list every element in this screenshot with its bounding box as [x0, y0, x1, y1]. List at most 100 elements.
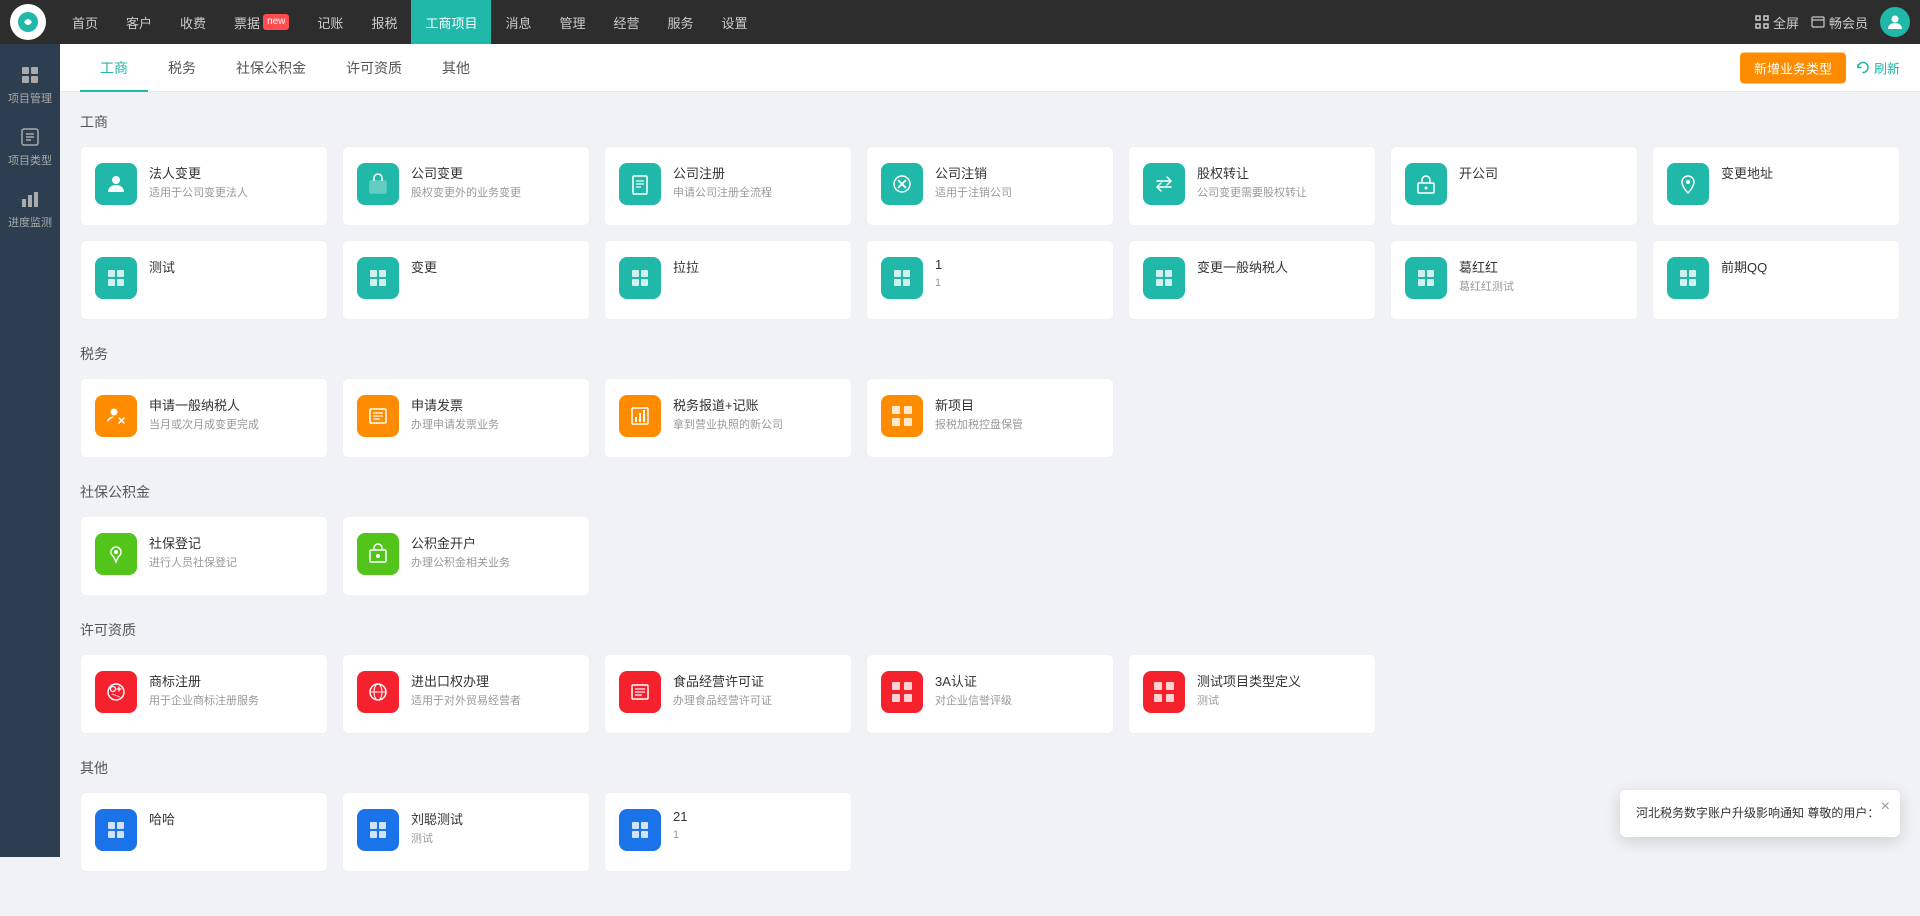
- card-icon: [95, 671, 137, 713]
- member-button[interactable]: 畅会员: [1811, 13, 1868, 32]
- card-title: 刘聪测试: [411, 809, 575, 828]
- card-desc: 办理公积金相关业务: [411, 556, 575, 571]
- card-haha[interactable]: 哈哈: [80, 792, 328, 872]
- card-title: 新项目: [935, 395, 1099, 414]
- nav-item-manage[interactable]: 管理: [545, 0, 599, 44]
- card-apply-invoice[interactable]: 申请发票 办理申请发票业务: [342, 378, 590, 458]
- card-desc: 股权变更外的业务变更: [411, 186, 575, 201]
- nav-item-ticket[interactable]: 票据 new: [220, 0, 303, 44]
- card-title: 法人变更: [149, 163, 313, 182]
- card-title: 商标注册: [149, 671, 313, 690]
- tab-license[interactable]: 许可资质: [326, 44, 422, 92]
- tab-social[interactable]: 社保公积金: [216, 44, 326, 92]
- card-company-register[interactable]: 公司注册 申请公司注册全流程: [604, 146, 852, 226]
- industrial-cards-row1: 法人变更 适用于公司变更法人 公司变更 股权变更外的业务变更 公司注册: [80, 146, 1900, 226]
- tab-industrial[interactable]: 工商: [80, 44, 148, 92]
- card-icon-legal: [95, 163, 137, 205]
- card-title: 哈哈: [149, 809, 313, 828]
- card-legal-change[interactable]: 法人变更 适用于公司变更法人: [80, 146, 328, 226]
- card-icon: [357, 809, 399, 851]
- card-desc: 用于企业商标注册服务: [149, 694, 313, 709]
- card-title: 葛红红: [1459, 257, 1623, 276]
- card-icon: [881, 671, 923, 713]
- card-liucong[interactable]: 刘聪测试 测试: [342, 792, 590, 872]
- new-badge: new: [263, 14, 289, 30]
- card-one[interactable]: 1 1: [866, 240, 1114, 320]
- nav-item-operate[interactable]: 经营: [600, 0, 654, 44]
- sidebar-item-project-manage[interactable]: 项目管理: [0, 54, 60, 116]
- card-desc: 拿到营业执照的新公司: [673, 418, 837, 433]
- card-open-company[interactable]: 开公司: [1390, 146, 1638, 226]
- card-title: 测试项目类型定义: [1197, 671, 1361, 690]
- card-food-license[interactable]: 食品经营许可证 办理食品经营许可证: [604, 654, 852, 734]
- tab-other[interactable]: 其他: [422, 44, 490, 92]
- card-title: 进出口权办理: [411, 671, 575, 690]
- card-change[interactable]: 变更: [342, 240, 590, 320]
- card-company-cancel[interactable]: 公司注销 适用于注销公司: [866, 146, 1114, 226]
- section-title-tax: 税务: [80, 344, 1900, 364]
- card-desc: 适用于对外贸易经营者: [411, 694, 575, 709]
- card-title: 3A认证: [935, 671, 1099, 690]
- refresh-button[interactable]: 刷新: [1856, 58, 1900, 77]
- card-3a-cert[interactable]: 3A认证 对企业信誉评级: [866, 654, 1114, 734]
- card-change-taxpayer[interactable]: 变更一般纳税人: [1128, 240, 1376, 320]
- card-test[interactable]: 测试: [80, 240, 328, 320]
- card-test-type[interactable]: 测试项目类型定义 测试: [1128, 654, 1376, 734]
- nav-item-tax[interactable]: 报税: [357, 0, 411, 44]
- card-social-register[interactable]: 社保登记 进行人员社保登记: [80, 516, 328, 596]
- card-apply-taxpayer[interactable]: 申请一般纳税人 当月或次月成变更完成: [80, 378, 328, 458]
- card-title: 开公司: [1459, 163, 1623, 182]
- card-desc: 办理食品经营许可证: [673, 694, 837, 709]
- top-navigation: 首页 客户 收费 票据 new 记账 报税 工商项目 消息 管理 经营 服务 设…: [0, 0, 1920, 44]
- card-title: 公积金开户: [411, 533, 575, 552]
- card-desc: 1: [935, 276, 1099, 291]
- nav-item-home[interactable]: 首页: [58, 0, 112, 44]
- card-21[interactable]: 21 1: [604, 792, 852, 872]
- card-icon: [619, 395, 661, 437]
- card-import-export[interactable]: 进出口权办理 适用于对外贸易经营者: [342, 654, 590, 734]
- card-desc: 1: [673, 828, 837, 843]
- card-desc: 测试: [411, 832, 575, 847]
- nav-item-message[interactable]: 消息: [491, 0, 545, 44]
- new-type-button[interactable]: 新增业务类型: [1740, 52, 1846, 83]
- card-icon: [1143, 257, 1185, 299]
- card-company-change[interactable]: 公司变更 股权变更外的业务变更: [342, 146, 590, 226]
- section-title-other: 其他: [80, 758, 1900, 778]
- card-new-project[interactable]: 新项目 报税加税控盘保管: [866, 378, 1114, 458]
- card-title: 前期QQ: [1721, 257, 1885, 276]
- tab-tax[interactable]: 税务: [148, 44, 216, 92]
- card-fund-open[interactable]: 公积金开户 办理公积金相关业务: [342, 516, 590, 596]
- card-title: 税务报道+记账: [673, 395, 837, 414]
- card-desc: 适用于注销公司: [935, 186, 1099, 201]
- card-icon: [357, 671, 399, 713]
- main-wrapper: 工商 税务 社保公积金 许可资质 其他 新增业务类型 刷新 工商 法人变更 适用: [60, 44, 1920, 916]
- card-icon: [95, 257, 137, 299]
- user-avatar[interactable]: [1880, 7, 1910, 37]
- nav-item-service[interactable]: 服务: [654, 0, 708, 44]
- sidebar-item-project-type[interactable]: 项目类型: [0, 116, 60, 178]
- nav-item-settings[interactable]: 设置: [708, 0, 762, 44]
- nav-right: 全屏 畅会员: [1755, 7, 1910, 37]
- notification-close-button[interactable]: ×: [1881, 798, 1890, 816]
- card-tax-report[interactable]: 税务报道+记账 拿到营业执照的新公司: [604, 378, 852, 458]
- nav-item-biz[interactable]: 工商项目: [411, 0, 491, 44]
- card-trademark[interactable]: 商标注册 用于企业商标注册服务: [80, 654, 328, 734]
- nav-item-customer[interactable]: 客户: [112, 0, 166, 44]
- card-title: 公司注销: [935, 163, 1099, 182]
- card-icon: [619, 809, 661, 851]
- sidebar-item-progress[interactable]: 进度监测: [0, 178, 60, 240]
- card-lala[interactable]: 拉拉: [604, 240, 852, 320]
- card-equity-transfer[interactable]: 股权转让 公司变更需要股权转让: [1128, 146, 1376, 226]
- card-gehonghong[interactable]: 葛红红 葛红红测试: [1390, 240, 1638, 320]
- card-icon: [619, 257, 661, 299]
- card-title: 申请一般纳税人: [149, 395, 313, 414]
- logo[interactable]: [10, 4, 46, 40]
- card-title: 社保登记: [149, 533, 313, 552]
- card-change-address[interactable]: 变更地址: [1652, 146, 1900, 226]
- nav-item-billing[interactable]: 收费: [166, 0, 220, 44]
- fullscreen-button[interactable]: 全屏: [1755, 13, 1799, 32]
- card-desc: 测试: [1197, 694, 1361, 709]
- nav-item-accounting[interactable]: 记账: [303, 0, 357, 44]
- card-frontqq[interactable]: 前期QQ: [1652, 240, 1900, 320]
- card-desc: 当月或次月成变更完成: [149, 418, 313, 433]
